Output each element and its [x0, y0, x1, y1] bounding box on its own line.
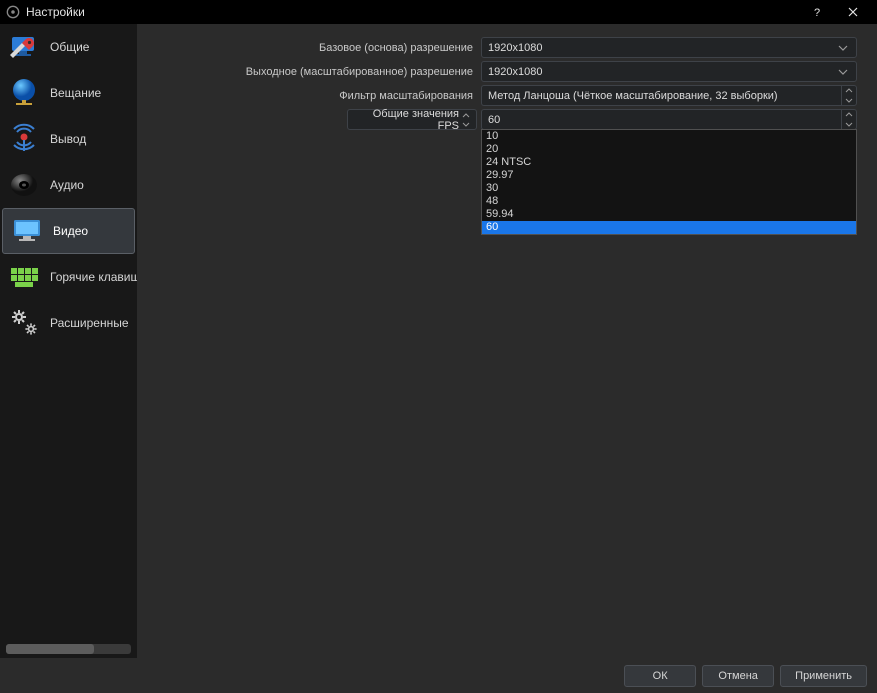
close-button[interactable]	[835, 0, 871, 24]
label-output-resolution: Выходное (масштабированное) разрешение	[137, 66, 481, 78]
sidebar-item-advanced[interactable]: Расширенные	[0, 300, 137, 346]
chevron-down-icon	[836, 43, 850, 53]
row-downscale-filter: Фильтр масштабирования Метод Ланцоша (Чё…	[137, 84, 857, 107]
sidebar-scrollbar[interactable]	[6, 644, 131, 654]
sidebar-item-output[interactable]: Вывод	[0, 116, 137, 162]
row-output-resolution: Выходное (масштабированное) разрешение 1…	[137, 60, 857, 83]
chevron-up-icon	[459, 112, 473, 120]
footer: ОК Отмена Применить	[0, 658, 877, 693]
label-downscale-filter: Фильтр масштабирования	[137, 90, 481, 102]
chevron-down-icon	[459, 120, 473, 128]
combo-base-resolution[interactable]: 1920x1080	[481, 37, 857, 58]
combo-downscale-filter[interactable]: Метод Ланцоша (Чёткое масштабирование, 3…	[481, 85, 857, 106]
sidebar-item-label: Расширенные	[50, 316, 129, 330]
app-icon	[6, 5, 20, 19]
wrench-icon	[6, 29, 42, 65]
sidebar-item-label: Горячие клавиши	[50, 270, 137, 284]
window-title: Настройки	[26, 5, 799, 19]
chevron-up-icon	[842, 86, 856, 96]
fps-mode-label: Общие значения FPS	[354, 108, 459, 132]
sidebar-item-label: Вывод	[50, 132, 86, 146]
sidebar-scrollbar-thumb[interactable]	[6, 644, 94, 654]
fps-dropdown-popup: 10 20 24 NTSC 29.97 30 48 59.94 60	[481, 129, 857, 235]
content-area: Базовое (основа) разрешение 1920x1080 Вы…	[137, 24, 877, 658]
globe-icon	[6, 75, 42, 111]
chevron-up-icon	[842, 110, 856, 120]
combo-fps-value[interactable]: 60	[481, 109, 857, 130]
help-button[interactable]: ?	[799, 0, 835, 24]
spinner-buttons[interactable]	[841, 85, 857, 106]
gears-icon	[6, 305, 42, 341]
combo-value: 60	[488, 114, 500, 126]
fps-option[interactable]: 60	[482, 221, 856, 234]
chevron-down-icon	[836, 67, 850, 77]
apply-button[interactable]: Применить	[780, 665, 867, 687]
sidebar-nav: Общие Вещание	[0, 24, 137, 644]
fps-option[interactable]: 48	[482, 195, 856, 208]
ok-button[interactable]: ОК	[624, 665, 696, 687]
row-fps: Общие значения FPS 60	[137, 108, 857, 131]
spinner-buttons[interactable]	[841, 109, 857, 130]
sidebar-item-stream[interactable]: Вещание	[0, 70, 137, 116]
fps-option[interactable]: 29.97	[482, 169, 856, 182]
fps-option[interactable]: 10	[482, 130, 856, 143]
sidebar-item-general[interactable]: Общие	[0, 24, 137, 70]
sidebar-item-hotkeys[interactable]: Горячие клавиши	[0, 254, 137, 300]
sidebar: Общие Вещание	[0, 24, 137, 658]
sidebar-item-label: Вещание	[50, 86, 101, 100]
combo-value: Метод Ланцоша (Чёткое масштабирование, 3…	[488, 90, 778, 102]
sidebar-item-label: Видео	[53, 224, 88, 238]
chevron-down-icon	[842, 96, 856, 106]
keyboard-icon	[6, 259, 42, 295]
monitor-icon	[9, 213, 45, 249]
row-base-resolution: Базовое (основа) разрешение 1920x1080	[137, 36, 857, 59]
cancel-button[interactable]: Отмена	[702, 665, 774, 687]
fps-mode-selector[interactable]: Общие значения FPS	[347, 109, 477, 130]
sidebar-item-label: Общие	[50, 40, 89, 54]
body: Общие Вещание	[0, 24, 877, 658]
sidebar-item-audio[interactable]: Аудио	[0, 162, 137, 208]
fps-option[interactable]: 24 NTSC	[482, 156, 856, 169]
speaker-icon	[6, 167, 42, 203]
sidebar-item-label: Аудио	[50, 178, 84, 192]
chevron-down-icon	[842, 120, 856, 130]
broadcast-icon	[6, 121, 42, 157]
fps-option[interactable]: 30	[482, 182, 856, 195]
label-base-resolution: Базовое (основа) разрешение	[137, 42, 481, 54]
combo-value: 1920x1080	[488, 66, 836, 78]
fps-option[interactable]: 59.94	[482, 208, 856, 221]
titlebar: Настройки ?	[0, 0, 877, 24]
sidebar-item-video[interactable]: Видео	[2, 208, 135, 254]
fps-option[interactable]: 20	[482, 143, 856, 156]
svg-text:?: ?	[814, 7, 820, 18]
combo-value: 1920x1080	[488, 42, 836, 54]
combo-output-resolution[interactable]: 1920x1080	[481, 61, 857, 82]
